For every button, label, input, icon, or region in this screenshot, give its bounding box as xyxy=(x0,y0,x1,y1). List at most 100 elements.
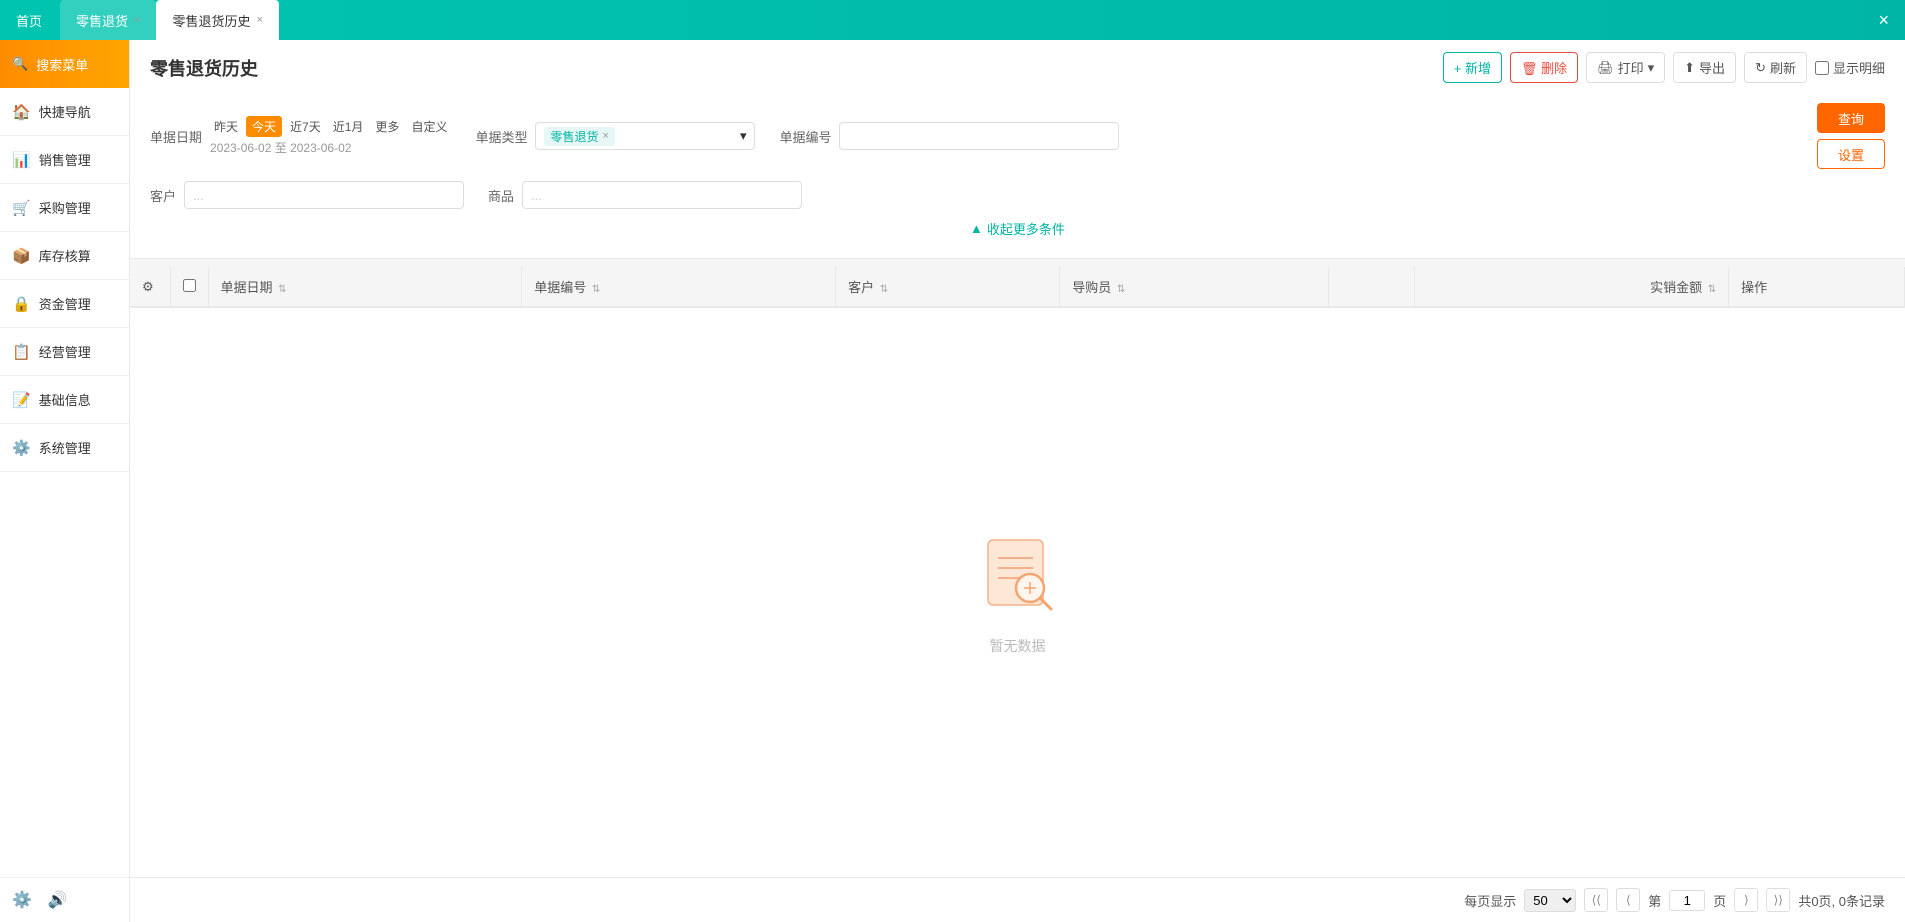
doc-no-input[interactable] xyxy=(839,122,1119,150)
date-opt-1month[interactable]: 近1月 xyxy=(329,116,368,137)
sidebar-item-system-mgmt-label: 系统管理 xyxy=(39,438,91,457)
th-customer-sort-icon: ⇅ xyxy=(880,284,888,295)
action-buttons: 查询 设置 xyxy=(1817,103,1885,169)
goods-filter-label: 商品 xyxy=(488,186,514,205)
tab-retail-return-close-icon[interactable]: × xyxy=(134,14,140,26)
page-number-input[interactable] xyxy=(1669,890,1705,911)
sidebar-item-inventory-label: 库存核算 xyxy=(39,246,91,265)
tab-retail-return-history[interactable]: 零售退货历史 × xyxy=(156,0,278,40)
th-spacer xyxy=(1329,267,1415,307)
collapse-up-icon: ▲ xyxy=(970,221,983,236)
sidebar-item-purchase-mgmt[interactable]: 🛒 采购管理 xyxy=(0,184,129,232)
sidebar-item-sales-mgmt[interactable]: 📊 销售管理 xyxy=(0,136,129,184)
doc-type-dropdown-icon: ▾ xyxy=(740,128,747,144)
date-opt-7days[interactable]: 近7天 xyxy=(286,116,325,137)
window-close-button[interactable]: × xyxy=(1862,10,1905,31)
search-icon: 🔍 xyxy=(12,56,28,72)
new-button[interactable]: + 新增 xyxy=(1443,52,1502,83)
sidebar-item-system-mgmt[interactable]: ⚙️ 系统管理 xyxy=(0,424,129,472)
next-page-button[interactable]: ⟩ xyxy=(1734,888,1758,912)
sidebar-bottom: ⚙️ 🔊 xyxy=(0,877,129,922)
sidebar-item-inventory[interactable]: 📦 库存核算 xyxy=(0,232,129,280)
sidebar-item-basic-info-label: 基础信息 xyxy=(39,390,91,409)
last-page-button[interactable]: ⟩⟩ xyxy=(1766,888,1790,912)
page-label: 第 xyxy=(1648,891,1661,910)
customer-filter-label: 客户 xyxy=(150,186,176,205)
sidebar-item-operations-mgmt[interactable]: 📋 经营管理 xyxy=(0,328,129,376)
export-label: 导出 xyxy=(1699,58,1725,77)
settings-icon[interactable]: ⚙️ xyxy=(12,890,32,910)
th-customer[interactable]: 客户 ⇅ xyxy=(836,267,1060,307)
date-opt-today[interactable]: 今天 xyxy=(246,116,282,137)
date-opt-yesterday[interactable]: 昨天 xyxy=(210,116,242,137)
date-opt-custom[interactable]: 自定义 xyxy=(407,116,451,137)
quick-nav-icon: 🏠 xyxy=(12,103,31,121)
sidebar-search[interactable]: 🔍 搜索菜单 xyxy=(0,40,129,88)
collapse-more-label: 收起更多条件 xyxy=(987,219,1065,238)
per-page-label: 每页显示 xyxy=(1464,891,1516,910)
refresh-icon: ↻ xyxy=(1755,60,1766,76)
doc-type-select[interactable]: 零售退货 × ▾ xyxy=(535,122,755,150)
doc-type-filter-label: 单据类型 xyxy=(475,127,527,146)
sidebar-item-basic-info[interactable]: 📝 基础信息 xyxy=(0,376,129,424)
th-doc-no-sort-icon: ⇅ xyxy=(592,284,600,295)
sidebar-item-purchase-mgmt-label: 采购管理 xyxy=(39,198,91,217)
th-amount[interactable]: 实销金额 ⇅ xyxy=(1415,267,1729,307)
basic-info-icon: 📝 xyxy=(12,391,31,409)
collapse-more-btn[interactable]: ▲ 收起更多条件 xyxy=(150,213,1885,246)
prev-page-button[interactable]: ⟨ xyxy=(1616,888,1640,912)
delete-button[interactable]: 🗑 删除 xyxy=(1510,52,1578,83)
th-guide-sort-icon: ⇅ xyxy=(1117,284,1125,295)
tab-retail-return-history-label: 零售退货历史 xyxy=(172,11,250,30)
customer-select[interactable]: ... xyxy=(184,181,464,209)
export-icon: ⬆ xyxy=(1684,60,1695,76)
refresh-button[interactable]: ↻ 刷新 xyxy=(1744,52,1807,83)
sidebar-search-label: 搜索菜单 xyxy=(36,55,88,74)
total-label: 共0页, 0条记录 xyxy=(1798,891,1885,910)
th-doc-date-label: 单据日期 xyxy=(221,280,273,295)
doc-type-tag-close[interactable]: × xyxy=(602,130,608,142)
th-doc-date[interactable]: 单据日期 ⇅ xyxy=(208,267,522,307)
filter-settings-button[interactable]: 设置 xyxy=(1817,139,1885,169)
audio-icon[interactable]: 🔊 xyxy=(48,890,68,910)
sidebar-item-quick-nav[interactable]: 🏠 快捷导航 xyxy=(0,88,129,136)
doc-type-tag-label: 零售退货 xyxy=(550,128,598,145)
th-guide[interactable]: 导购员 ⇅ xyxy=(1060,267,1329,307)
select-all-checkbox[interactable] xyxy=(183,279,196,292)
print-button[interactable]: 🖨 打印 ▾ xyxy=(1586,52,1665,83)
display-detail-checkbox[interactable] xyxy=(1815,61,1829,75)
tab-bar: 首页 零售退货 × 零售退货历史 × xyxy=(0,0,1862,40)
sidebar-item-operations-mgmt-label: 经营管理 xyxy=(39,342,91,361)
main-layout: 🔍 搜索菜单 🏠 快捷导航 📊 销售管理 🛒 采购管理 📦 库存核算 🔒 资金管… xyxy=(0,40,1905,922)
th-settings[interactable]: ⚙ xyxy=(130,267,170,307)
first-page-button[interactable]: ⟨⟨ xyxy=(1584,888,1608,912)
query-button[interactable]: 查询 xyxy=(1817,103,1885,133)
pagination-bar: 每页显示 50 100 200 ⟨⟨ ⟨ 第 页 ⟩ ⟩⟩ 共0页, 0条记录 xyxy=(130,877,1905,922)
th-checkbox[interactable] xyxy=(170,267,208,307)
export-button[interactable]: ⬆ 导出 xyxy=(1673,52,1736,83)
print-icon: 🖨 xyxy=(1597,60,1614,76)
date-opt-more[interactable]: 更多 xyxy=(371,116,403,137)
display-detail-toggle[interactable]: 显示明细 xyxy=(1815,58,1885,77)
goods-select[interactable]: ... xyxy=(522,181,802,209)
per-page-select[interactable]: 50 100 200 xyxy=(1524,889,1576,912)
sidebar-item-finance-mgmt[interactable]: 🔒 资金管理 xyxy=(0,280,129,328)
tab-home-label: 首页 xyxy=(16,11,42,30)
system-mgmt-icon: ⚙️ xyxy=(12,439,31,457)
page-unit: 页 xyxy=(1713,891,1726,910)
th-doc-no[interactable]: 单据编号 ⇅ xyxy=(522,267,836,307)
th-action: 操作 xyxy=(1729,267,1905,307)
table-container: ⚙ 单据日期 ⇅ 单据编号 ⇅ 客户 xyxy=(130,267,1905,877)
operations-mgmt-icon: 📋 xyxy=(12,343,31,361)
sidebar-item-quick-nav-label: 快捷导航 xyxy=(39,102,91,121)
goods-placeholder: ... xyxy=(531,188,542,203)
tab-retail-return-history-close-icon[interactable]: × xyxy=(256,14,262,26)
date-range-display: 2023-06-02 至 2023-06-02 xyxy=(210,139,451,156)
sales-mgmt-icon: 📊 xyxy=(12,151,31,169)
empty-text: 暂无数据 xyxy=(990,636,1046,656)
content-area: 零售退货历史 + 新增 🗑 删除 🖨 打印 ▾ ⬆ 导出 ↻ xyxy=(130,40,1905,922)
inventory-icon: 📦 xyxy=(12,247,31,265)
tab-retail-return[interactable]: 零售退货 × xyxy=(60,0,156,40)
th-amount-sort-icon: ⇅ xyxy=(1708,284,1716,295)
tab-home[interactable]: 首页 xyxy=(0,0,58,40)
